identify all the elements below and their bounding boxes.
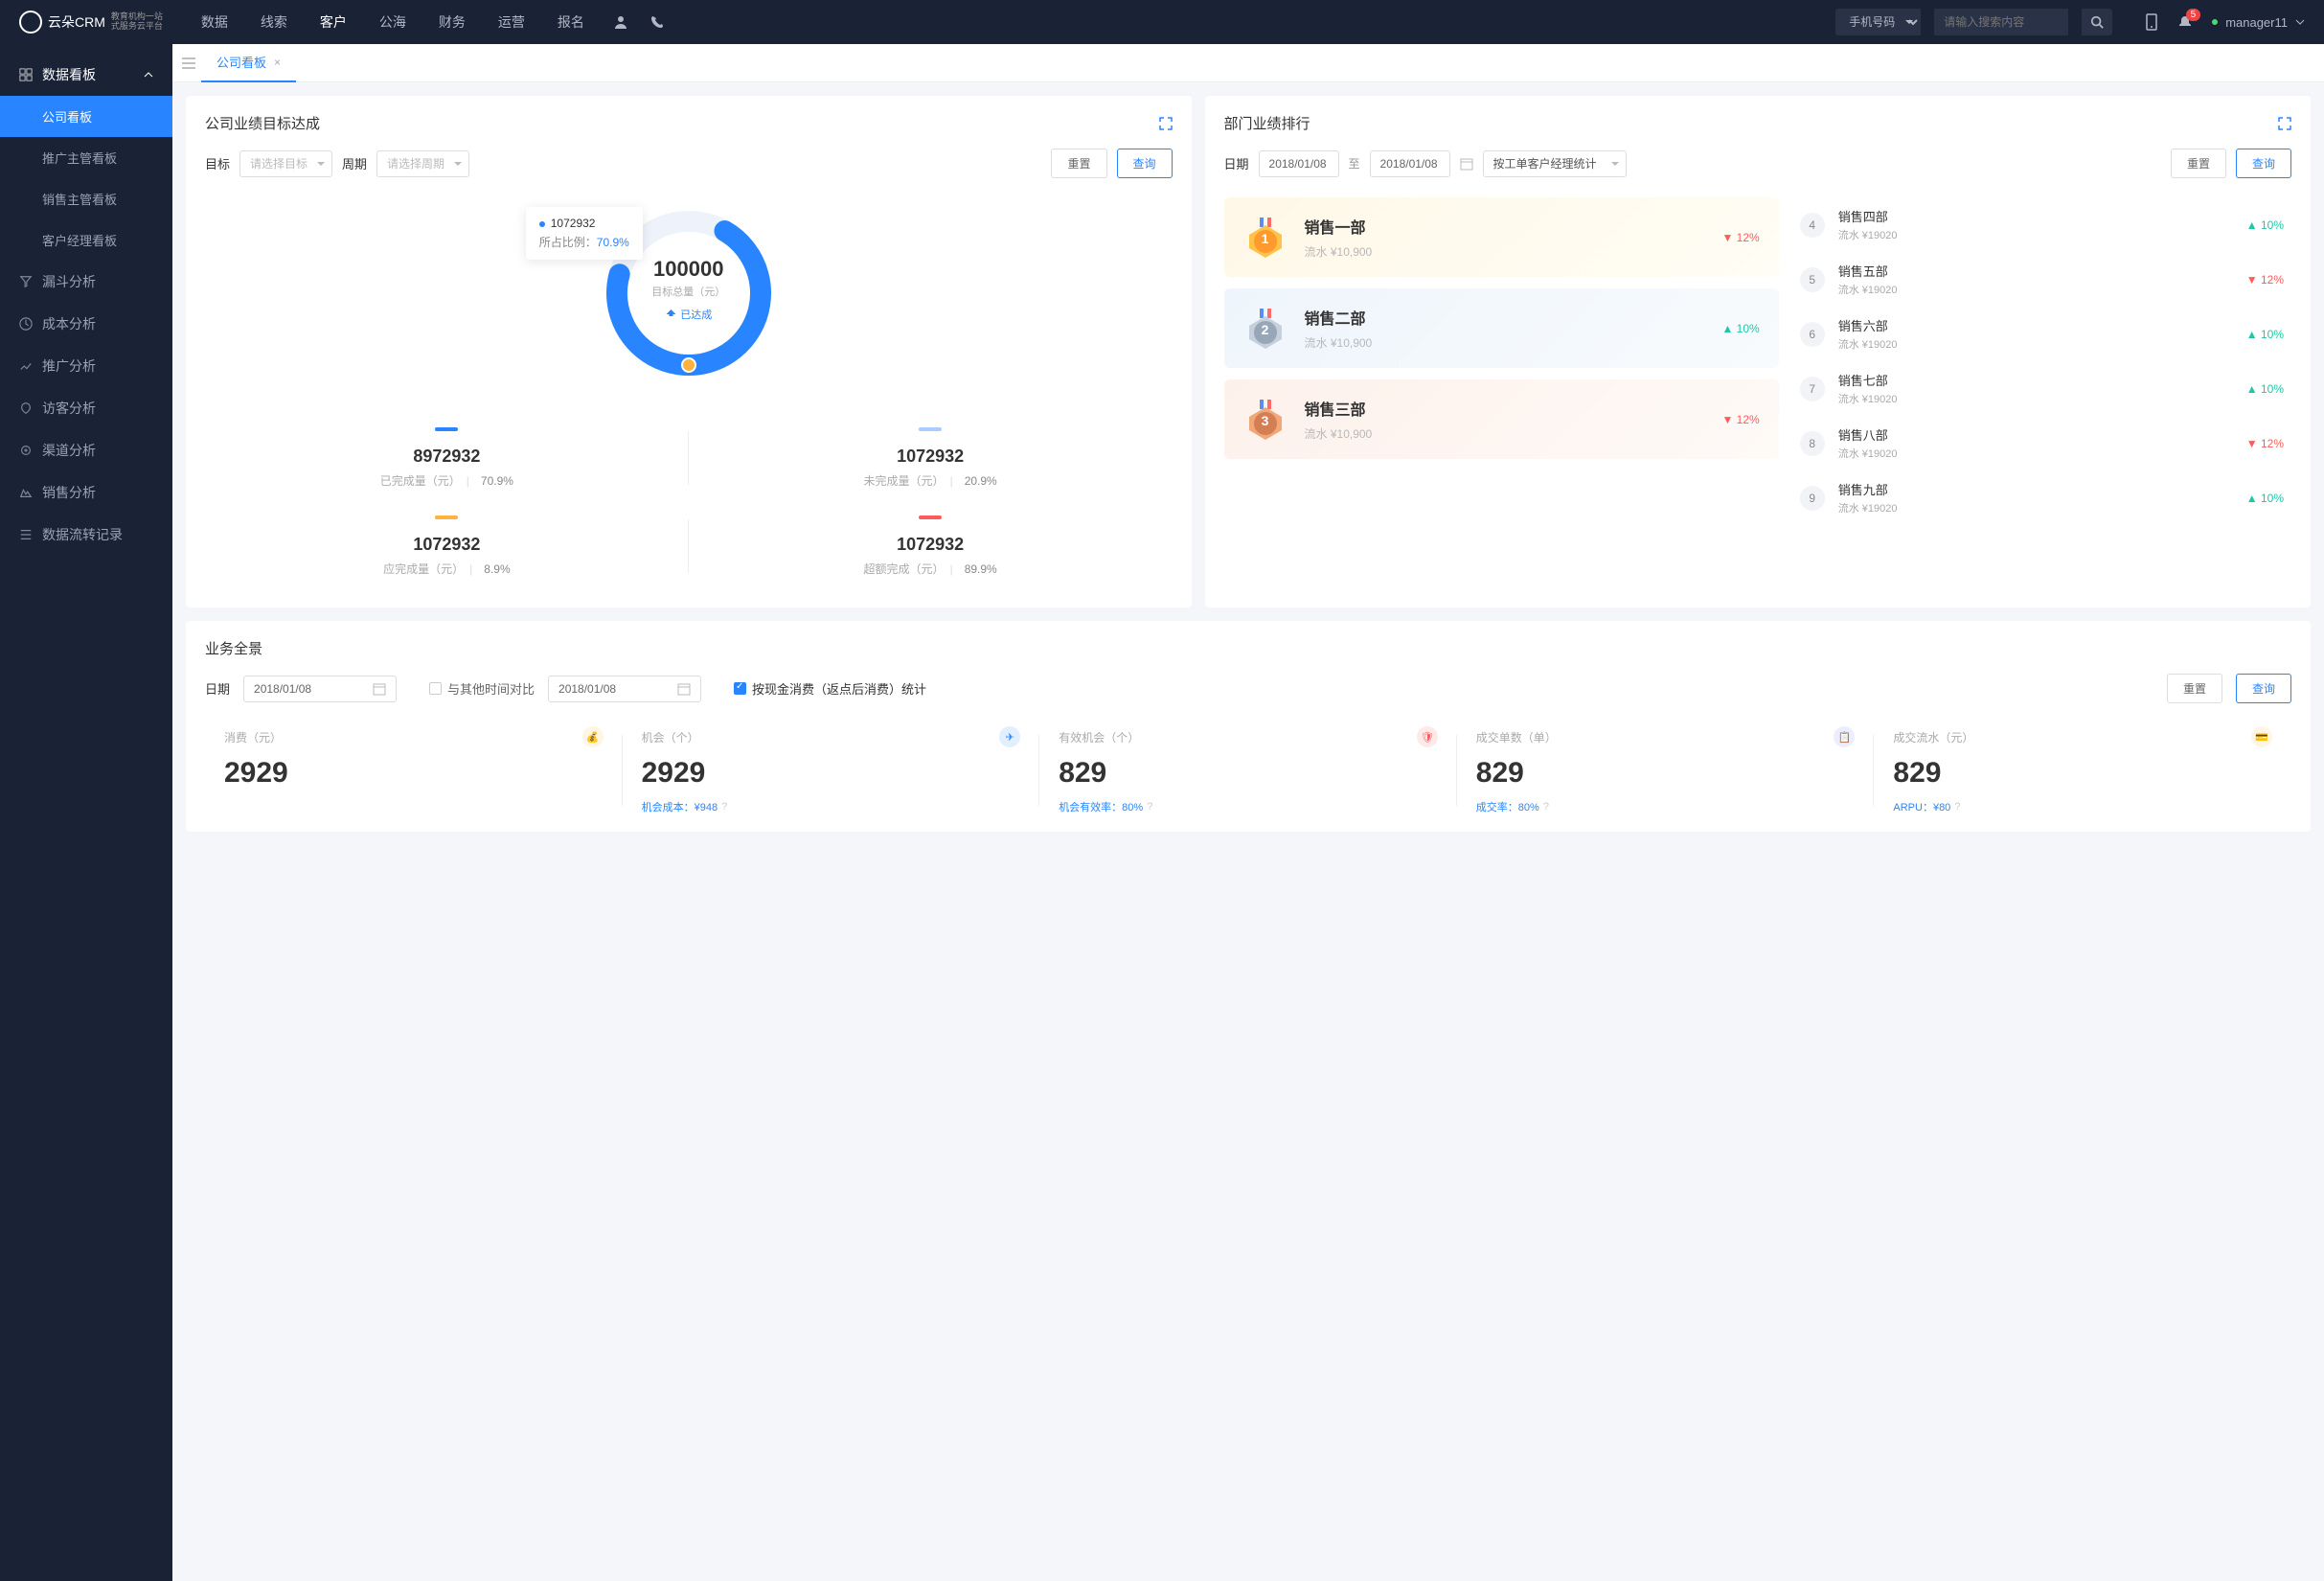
query-button[interactable]: 查询 <box>2236 149 2291 178</box>
sidebar-sub-item[interactable]: 客户经理看板 <box>0 219 172 261</box>
date-input-1[interactable]: 2018/01/08 <box>243 676 397 702</box>
search-button[interactable] <box>2082 9 2112 35</box>
nav-item[interactable]: 公海 <box>379 12 406 32</box>
logo[interactable]: 云朵CRM 教育机构一站式服务云平台 <box>19 11 163 34</box>
query-button[interactable]: 查询 <box>2236 674 2291 703</box>
tab-label: 公司看板 <box>216 53 266 71</box>
calendar-icon <box>677 682 691 696</box>
card-ranking: 部门业绩排行 日期 至 按工单客户经理统计 重置 查询 <box>1205 96 2311 607</box>
rank-row[interactable]: 6销售六部流水 ¥19020▲ 10% <box>1792 307 2291 361</box>
overview-stat: 成交单数（单）📋829成交率：80% ? <box>1457 726 1875 814</box>
sidebar-item[interactable]: 推广分析 <box>0 345 172 387</box>
date-label: 日期 <box>1224 154 1249 172</box>
expand-icon[interactable] <box>2278 117 2291 130</box>
stat-by-select[interactable]: 按工单客户经理统计 <box>1483 150 1627 177</box>
rank-row[interactable]: 4销售四部流水 ¥19020▲ 10% <box>1792 197 2291 252</box>
sidebar-group-label: 数据看板 <box>42 65 96 84</box>
donut-value: 100000 <box>651 257 725 282</box>
date-from-input[interactable] <box>1259 150 1339 177</box>
main-nav: 数据 线索 客户 公海 财务 运营 报名 <box>201 12 584 32</box>
mobile-icon[interactable] <box>2145 13 2158 31</box>
user-icon[interactable] <box>613 14 628 30</box>
card-target-title: 公司业绩目标达成 <box>205 113 320 133</box>
reset-button[interactable]: 重置 <box>2167 674 2222 703</box>
calendar-icon[interactable] <box>1460 157 1473 171</box>
stat-block: 1072932应完成量（元）|8.9% <box>205 502 689 590</box>
rank-card[interactable]: 1销售一部流水 ¥10,900▼ 12% <box>1224 197 1779 277</box>
rank-row[interactable]: 5销售五部流水 ¥19020▼ 12% <box>1792 252 2291 307</box>
card-overview: 业务全景 日期 2018/01/08 与其他时间对比 2018/01/08 <box>186 621 2311 832</box>
overview-stat: 机会（个）✈2929机会成本：¥948 ? <box>623 726 1040 814</box>
rank-row[interactable]: 9销售九部流水 ¥19020▲ 10% <box>1792 470 2291 525</box>
stat-block: 1072932未完成量（元）|20.9% <box>689 414 1173 502</box>
reset-button[interactable]: 重置 <box>2171 149 2226 178</box>
sidebar-item[interactable]: 渠道分析 <box>0 429 172 471</box>
card-target: 公司业绩目标达成 目标 请选择目标 周期 请选择周期 重置 查询 10 <box>186 96 1192 607</box>
status-dot <box>2212 19 2218 25</box>
rank-card[interactable]: 2销售二部流水 ¥10,900▲ 10% <box>1224 288 1779 368</box>
expand-icon[interactable] <box>1159 117 1173 130</box>
target-select[interactable]: 请选择目标 <box>239 150 332 177</box>
cash-checkbox[interactable]: 按现金消费（返点后消费）统计 <box>734 679 926 698</box>
target-label: 目标 <box>205 154 230 172</box>
query-button[interactable]: 查询 <box>1117 149 1173 178</box>
donut-badge: 已达成 <box>665 307 712 322</box>
donut-chart: 1072932 所占比例：70.9% 100000 目标总量（元） 已达成 <box>574 197 804 389</box>
period-label: 周期 <box>342 154 367 172</box>
sidebar-item[interactable]: 数据流转记录 <box>0 514 172 556</box>
nav-item[interactable]: 报名 <box>558 12 584 32</box>
nav-item[interactable]: 客户 <box>320 12 347 32</box>
overview-stat: 成交流水（元）💳829ARPU：¥80 ? <box>1874 726 2291 814</box>
nav-item[interactable]: 运营 <box>498 12 525 32</box>
donut-label: 目标总量（元） <box>651 284 725 299</box>
compare-checkbox[interactable]: 与其他时间对比 <box>429 679 535 698</box>
rank-card[interactable]: 3销售三部流水 ¥10,900▼ 12% <box>1224 379 1779 459</box>
sidebar: 数据看板 公司看板推广主管看板销售主管看板客户经理看板 漏斗分析成本分析推广分析… <box>0 44 172 1581</box>
date-label: 日期 <box>205 679 230 698</box>
user-menu[interactable]: manager11 <box>2212 15 2305 30</box>
nav-item[interactable]: 财务 <box>439 12 466 32</box>
main-area: 公司看板 × 公司业绩目标达成 目标 请选择目标 周期 请选择周期 <box>172 44 2324 1581</box>
calendar-icon <box>373 682 386 696</box>
sidebar-item[interactable]: 销售分析 <box>0 471 172 514</box>
notification-badge: 5 <box>2186 9 2201 21</box>
sidebar-sub-item[interactable]: 销售主管看板 <box>0 178 172 219</box>
sidebar-sub-item[interactable]: 公司看板 <box>0 96 172 137</box>
logo-text: 云朵CRM <box>48 12 105 32</box>
sidebar-sub-item[interactable]: 推广主管看板 <box>0 137 172 178</box>
sidebar-item[interactable]: 漏斗分析 <box>0 261 172 303</box>
rank-row[interactable]: 7销售七部流水 ¥19020▲ 10% <box>1792 361 2291 416</box>
card-ranking-title: 部门业绩排行 <box>1224 113 1310 133</box>
overview-stat: 有效机会（个）🛡829机会有效率：80% ? <box>1039 726 1457 814</box>
tab-close-icon[interactable]: × <box>274 56 281 69</box>
phone-icon[interactable] <box>649 14 665 30</box>
search-type-select[interactable]: 手机号码 <box>1835 9 1921 35</box>
sidebar-item[interactable]: 访客分析 <box>0 387 172 429</box>
sidebar-item[interactable]: 成本分析 <box>0 303 172 345</box>
search-input[interactable] <box>1934 9 2068 35</box>
topbar: 云朵CRM 教育机构一站式服务云平台 数据 线索 客户 公海 财务 运营 报名 手机号码 5… <box>0 0 2324 44</box>
stat-block: 8972932已完成量（元）|70.9% <box>205 414 689 502</box>
tab-menu-icon[interactable] <box>182 57 201 69</box>
reset-button[interactable]: 重置 <box>1051 149 1106 178</box>
date-input-2[interactable]: 2018/01/08 <box>548 676 701 702</box>
period-select[interactable]: 请选择周期 <box>376 150 469 177</box>
overview-stat: 消费（元）💰2929 <box>205 726 623 814</box>
nav-item[interactable]: 数据 <box>201 12 228 32</box>
bell-icon[interactable]: 5 <box>2177 14 2193 30</box>
nav-item[interactable]: 线索 <box>261 12 287 32</box>
tab-company-board[interactable]: 公司看板 × <box>201 44 296 82</box>
to-label: 至 <box>1349 155 1360 172</box>
chart-tooltip: 1072932 所占比例：70.9% <box>526 207 643 260</box>
card-overview-title: 业务全景 <box>205 638 262 658</box>
logo-sub: 教育机构一站式服务云平台 <box>111 12 163 32</box>
rank-row[interactable]: 8销售八部流水 ¥19020▼ 12% <box>1792 416 2291 470</box>
stat-block: 1072932超额完成（元）|89.9% <box>689 502 1173 590</box>
date-to-input[interactable] <box>1370 150 1450 177</box>
username: manager11 <box>2225 15 2288 30</box>
tab-bar: 公司看板 × <box>172 44 2324 82</box>
sidebar-group-dashboard[interactable]: 数据看板 <box>0 54 172 96</box>
logo-icon <box>19 11 42 34</box>
